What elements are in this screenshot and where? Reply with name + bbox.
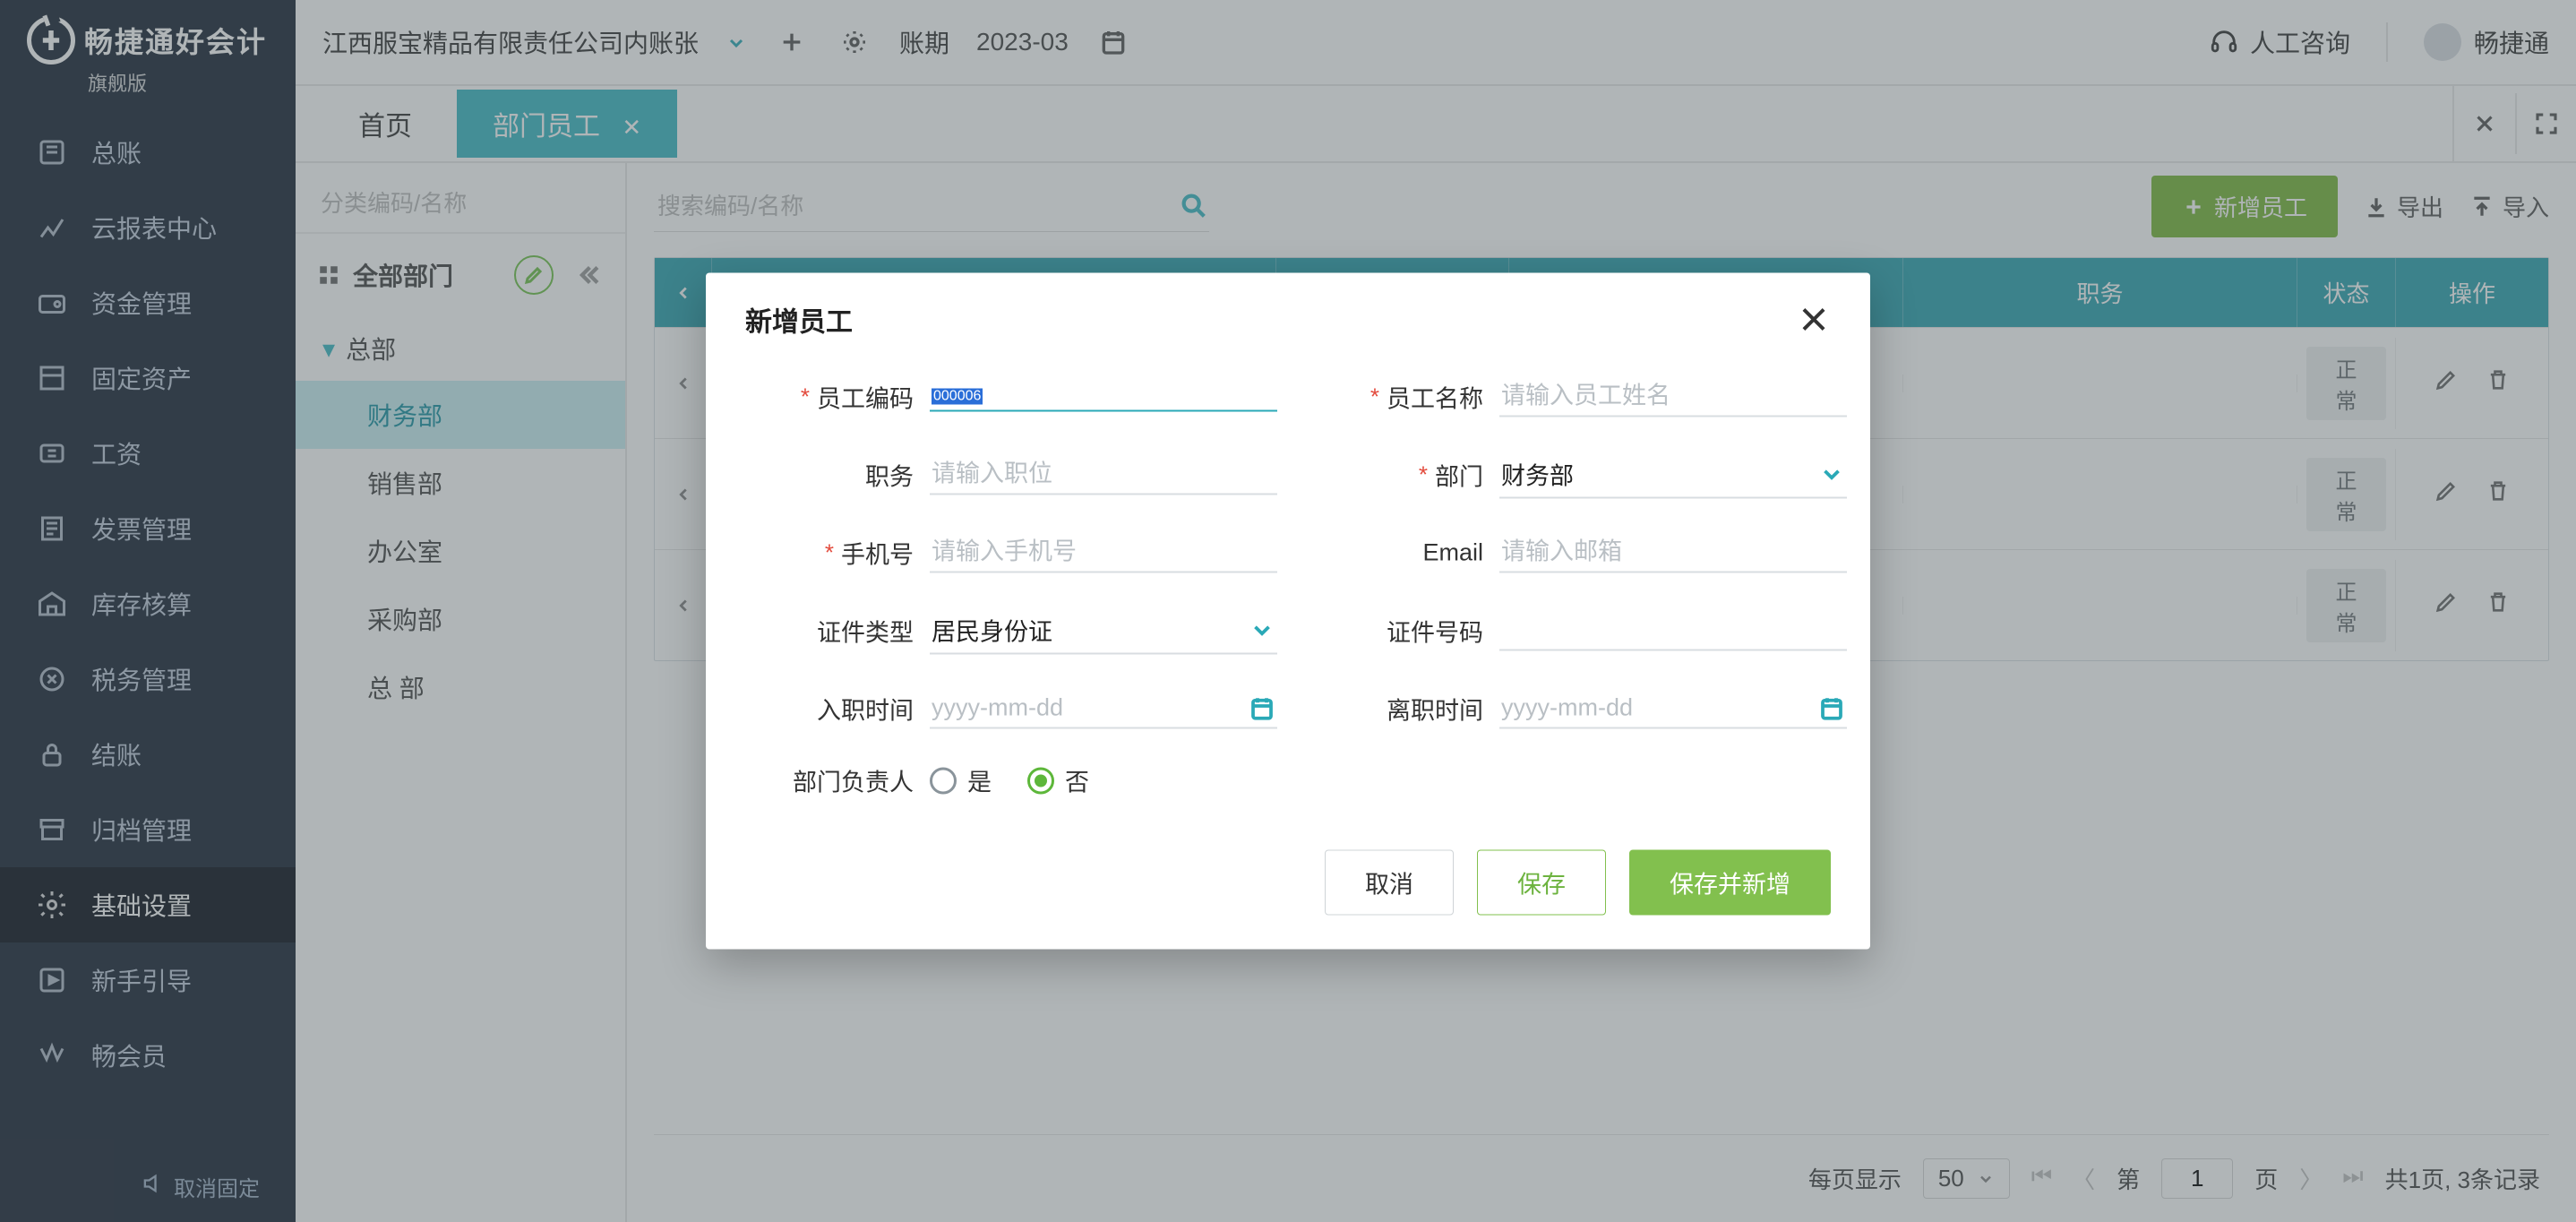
leave-date-input[interactable] — [1501, 694, 1818, 722]
job-input[interactable] — [932, 460, 1275, 488]
save-button[interactable]: 保存 — [1477, 850, 1606, 916]
chevron-down-icon — [1249, 616, 1275, 643]
modal-title: 新增员工 — [745, 300, 853, 340]
field-id-no: 证件号码 — [1331, 607, 1847, 655]
calendar-icon[interactable] — [1249, 694, 1275, 721]
app-root: 畅捷通好会计 旗舰版 总账 云报表中心 资金管理 固定资产 工资 发票管理 库存… — [0, 0, 2576, 1222]
modal-body: *员工编码 000006 *员工名称 职务 *部门 财务部 — [706, 366, 1870, 825]
dept-select[interactable]: 财务部 — [1499, 452, 1847, 499]
field-employee-code: *员工编码 000006 — [761, 377, 1277, 417]
field-phone: *手机号 — [761, 533, 1277, 573]
modal-header: 新增员工 — [706, 273, 1870, 366]
idno-input[interactable] — [1501, 616, 1845, 644]
save-and-new-button[interactable]: 保存并新增 — [1629, 850, 1831, 916]
phone-input[interactable] — [932, 538, 1275, 566]
employee-name-input[interactable] — [1501, 383, 1845, 410]
field-email: Email — [1331, 533, 1847, 573]
chevron-down-icon — [1818, 460, 1845, 487]
new-employee-modal: 新增员工 *员工编码 000006 *员工名称 职务 — [706, 273, 1870, 950]
modal-footer: 取消 保存 保存并新增 — [706, 825, 1870, 950]
hire-date-input[interactable] — [932, 694, 1249, 722]
owner-no-radio[interactable]: 否 — [1027, 763, 1089, 798]
employee-code-input[interactable]: 000006 — [932, 388, 983, 404]
field-job: 职务 — [761, 452, 1277, 499]
field-id-type: 证件类型 居民身份证 — [761, 607, 1277, 655]
field-hire-date: 入职时间 — [761, 689, 1277, 729]
email-input[interactable] — [1501, 538, 1845, 566]
idtype-select[interactable]: 居民身份证 — [930, 607, 1277, 655]
field-employee-name: *员工名称 — [1331, 377, 1847, 417]
owner-yes-radio[interactable]: 是 — [930, 763, 992, 798]
field-leave-date: 离职时间 — [1331, 689, 1847, 729]
field-dept-owner: 部门负责人 是 否 — [761, 763, 1847, 798]
cancel-button[interactable]: 取消 — [1325, 850, 1454, 916]
modal-close-button[interactable] — [1797, 303, 1831, 337]
field-dept: *部门 财务部 — [1331, 452, 1847, 499]
calendar-icon[interactable] — [1818, 694, 1845, 721]
